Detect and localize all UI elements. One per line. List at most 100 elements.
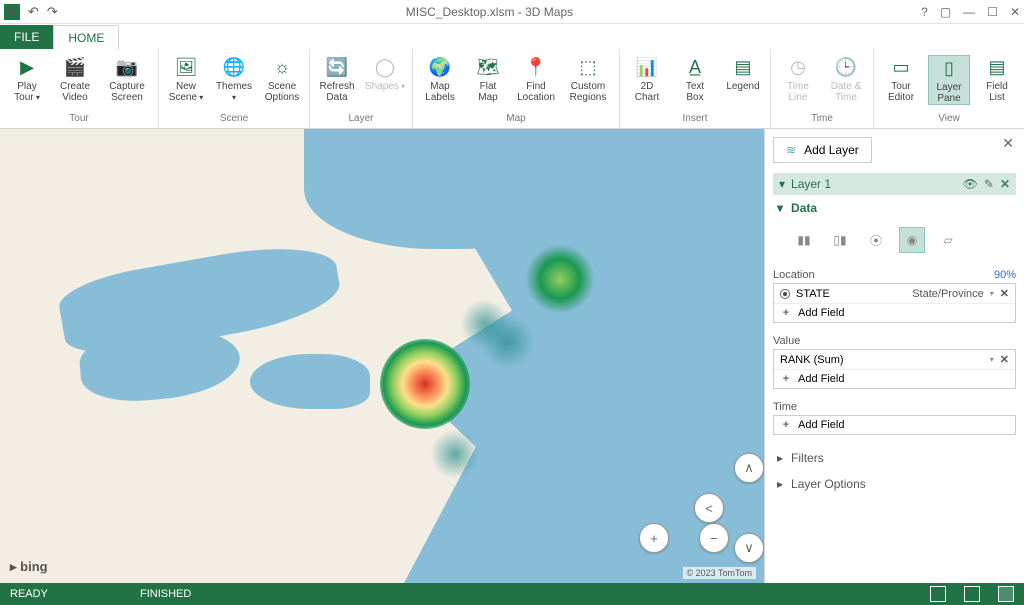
value-field-row[interactable]: RANK (Sum) ▾ ✕ xyxy=(774,350,1015,370)
new-scene-button[interactable]: 🖼NewScene xyxy=(165,55,207,103)
visibility-icon[interactable]: 👁 xyxy=(963,177,978,191)
tour-editor-button[interactable]: ▭TourEditor xyxy=(880,55,922,103)
legend-button[interactable]: ▤Legend xyxy=(722,55,764,92)
section-data[interactable]: ▾ Data xyxy=(773,195,1016,221)
globe-icon: 🌐 xyxy=(222,55,246,79)
region-icon: ⬚ xyxy=(576,55,600,79)
layer-header[interactable]: ▾ Layer 1 👁 ✎ ✕ xyxy=(773,173,1016,195)
chart-icon: 📊 xyxy=(635,55,659,79)
group-label: Map xyxy=(506,111,525,126)
add-time-field[interactable]: + Add Field xyxy=(774,416,1015,434)
group-label: Layer xyxy=(348,111,373,126)
quick-access-toolbar: X ↶ ↷ xyxy=(4,4,58,20)
refresh-icon: 🔄 xyxy=(325,55,349,79)
scene-options-button[interactable]: ☼SceneOptions xyxy=(261,55,303,103)
map-zoom-controls: + − xyxy=(639,523,729,553)
remove-field-icon[interactable]: ✕ xyxy=(1000,287,1009,300)
pin-icon: 📍 xyxy=(524,55,548,79)
window-title: MISC_Desktop.xlsm - 3D Maps xyxy=(58,5,921,19)
viz-bubble[interactable]: ⦿ xyxy=(863,227,889,253)
chevron-right-icon: ▸ xyxy=(777,477,783,491)
section-filters[interactable]: ▸ Filters xyxy=(773,445,1016,471)
plus-icon: + xyxy=(780,373,792,385)
group-label: Tour xyxy=(69,111,88,126)
delete-layer-icon[interactable]: ✕ xyxy=(1000,177,1010,191)
radio-on-icon[interactable] xyxy=(780,289,790,299)
close-icon[interactable]: ✕ xyxy=(1010,5,1020,19)
plus-icon: + xyxy=(780,307,792,319)
zoom-in-button[interactable]: + xyxy=(639,523,669,553)
maximize-icon[interactable]: ☐ xyxy=(987,5,998,19)
redo-icon[interactable]: ↷ xyxy=(47,4,58,20)
map-labels-button[interactable]: 🌍MapLabels xyxy=(419,55,461,103)
collapse-icon[interactable]: ▾ xyxy=(779,177,785,191)
play-tour-button[interactable]: ▶PlayTour xyxy=(6,55,48,103)
group-view: ▭TourEditor ▯LayerPane ▤FieldList View xyxy=(874,49,1024,128)
tab-home[interactable]: HOME xyxy=(53,25,119,50)
tilt-down-button[interactable]: ∨ xyxy=(734,533,764,563)
camera-icon: 📷 xyxy=(115,55,139,79)
tab-file[interactable]: FILE xyxy=(0,25,53,49)
flat-map-button[interactable]: 🗺FlatMap xyxy=(467,55,509,103)
tilt-up-button[interactable]: ∧ xyxy=(734,453,764,483)
map[interactable]: ∧ < > ∨ + − ▸ bing © 2023 TomTom xyxy=(0,129,764,583)
undo-icon[interactable]: ↶ xyxy=(28,4,39,20)
view-icon-3[interactable] xyxy=(998,586,1014,602)
rotate-left-button[interactable]: < xyxy=(694,493,724,523)
field-list-button[interactable]: ▤FieldList xyxy=(976,55,1018,103)
group-map: 🌍MapLabels 🗺FlatMap 📍FindLocation ⬚Custo… xyxy=(413,49,620,128)
2d-chart-button[interactable]: 📊2DChart xyxy=(626,55,668,103)
heatmap-spot xyxy=(460,299,510,349)
time-label: Time xyxy=(773,399,1016,415)
add-layer-button[interactable]: ≋ Add Layer xyxy=(773,137,872,163)
view-icon-2[interactable] xyxy=(964,586,980,602)
globe-label-icon: 🌍 xyxy=(428,55,452,79)
group-label: Scene xyxy=(220,111,248,126)
create-video-button[interactable]: 🎬CreateVideo xyxy=(54,55,96,103)
section-layer-options[interactable]: ▸ Layer Options xyxy=(773,471,1016,497)
view-icon-1[interactable] xyxy=(930,586,946,602)
chevron-right-icon: ▸ xyxy=(777,451,783,465)
shapes-icon: ◯ xyxy=(373,55,397,79)
text-box-button[interactable]: A̲TextBox xyxy=(674,55,716,103)
themes-button[interactable]: 🌐Themes xyxy=(213,55,255,103)
location-confidence[interactable]: 90% xyxy=(994,269,1016,281)
custom-regions-button[interactable]: ⬚CustomRegions xyxy=(563,55,613,103)
map-lake xyxy=(250,354,370,409)
window-controls: ? ▢ — ☐ ✕ xyxy=(921,5,1020,19)
viz-heatmap[interactable]: ◉ xyxy=(899,227,925,253)
location-group: Location 90% STATE State/Province ▾ ✕ + … xyxy=(773,267,1016,323)
find-location-button[interactable]: 📍FindLocation xyxy=(515,55,557,103)
viz-region[interactable]: ▱ xyxy=(935,227,961,253)
add-location-field[interactable]: + Add Field xyxy=(774,304,1015,322)
chevron-down-icon: ▾ xyxy=(777,201,783,215)
help-icon[interactable]: ? xyxy=(921,5,928,19)
zoom-out-button[interactable]: − xyxy=(699,523,729,553)
chevron-down-icon[interactable]: ▾ xyxy=(990,355,994,364)
viz-stacked-column[interactable]: ▮▮ xyxy=(791,227,817,253)
add-layer-label: Add Layer xyxy=(804,143,859,157)
ribbon-display-icon[interactable]: ▢ xyxy=(940,5,951,19)
map-copyright: © 2023 TomTom xyxy=(683,567,757,579)
capture-screen-button[interactable]: 📷CaptureScreen xyxy=(102,55,152,103)
heatmap-spot xyxy=(430,429,480,479)
layer-pane-button[interactable]: ▯LayerPane xyxy=(928,55,970,105)
rename-icon[interactable]: ✎ xyxy=(984,177,994,191)
legend-icon: ▤ xyxy=(731,55,755,79)
chevron-down-icon[interactable]: ▾ xyxy=(990,289,994,298)
remove-field-icon[interactable]: ✕ xyxy=(1000,353,1009,366)
value-label: Value xyxy=(773,333,1016,349)
refresh-data-button[interactable]: 🔄RefreshData xyxy=(316,55,358,103)
group-time: ◷TimeLine 🕒Date &Time Time xyxy=(771,49,874,128)
scene-icon: 🖼 xyxy=(174,55,198,79)
add-value-field[interactable]: + Add Field xyxy=(774,370,1015,388)
video-icon: 🎬 xyxy=(63,55,87,79)
viz-clustered-column[interactable]: ▯▮ xyxy=(827,227,853,253)
close-pane-button[interactable]: ✕ xyxy=(1002,135,1014,152)
plus-icon: + xyxy=(780,419,792,431)
minimize-icon[interactable]: — xyxy=(963,5,975,19)
location-field-row[interactable]: STATE State/Province ▾ ✕ xyxy=(774,284,1015,304)
flat-map-icon: 🗺 xyxy=(476,55,500,79)
viz-type-buttons: ▮▮ ▯▮ ⦿ ◉ ▱ xyxy=(773,221,1016,263)
timeline-icon: ◷ xyxy=(786,55,810,79)
